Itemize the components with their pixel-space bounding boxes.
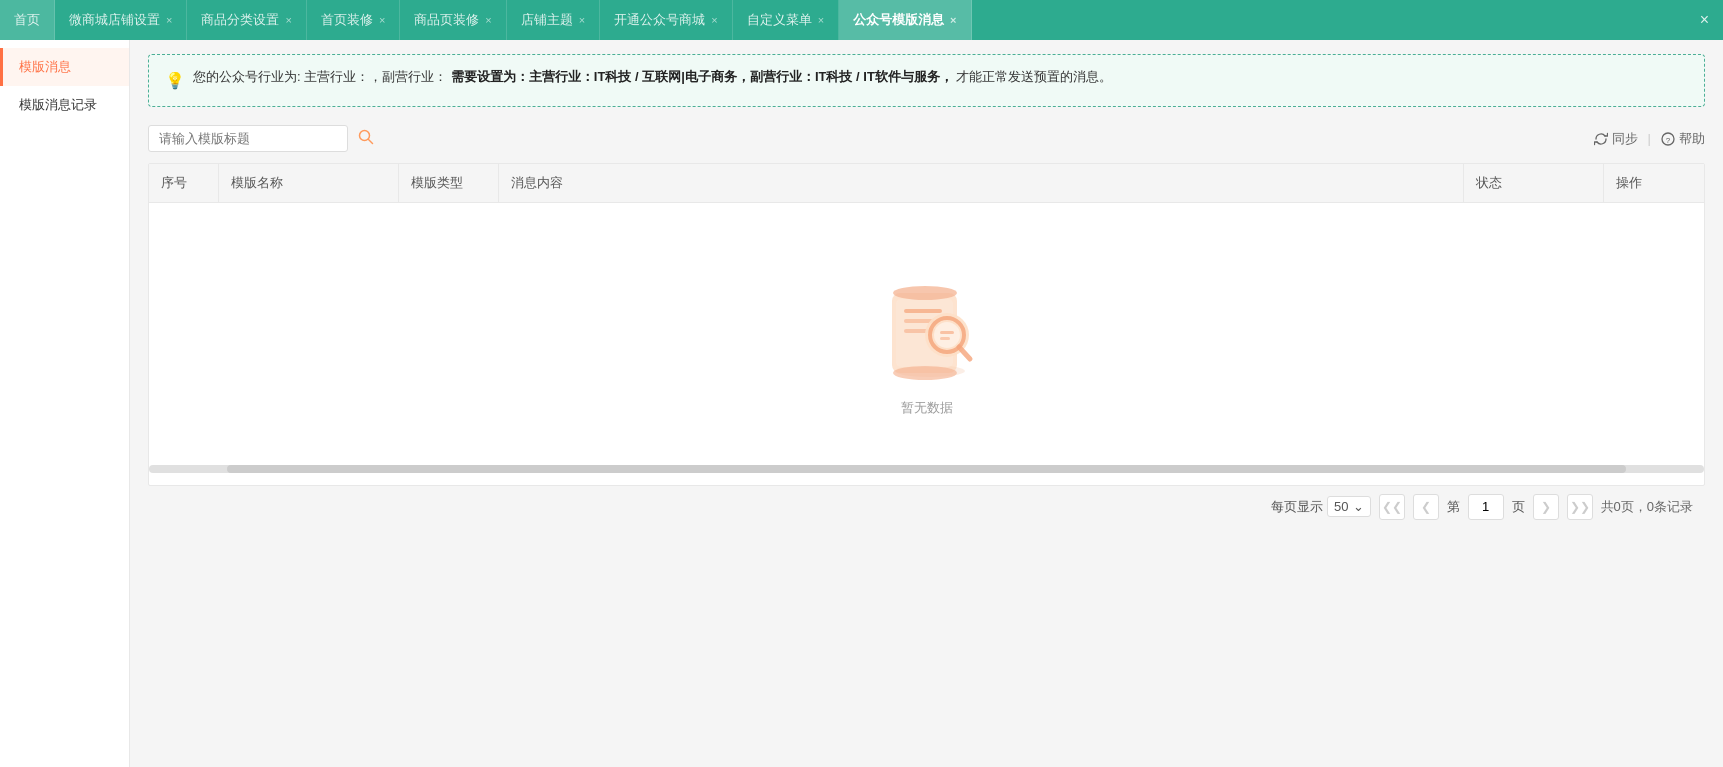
nav-tab-shop-theme[interactable]: 店铺主题 × xyxy=(507,0,600,40)
help-label: 帮助 xyxy=(1679,130,1705,148)
nav-tab-template-msg-label: 公众号模版消息 xyxy=(853,11,944,29)
last-page-button[interactable]: ❯❯ xyxy=(1567,494,1593,520)
close-category-settings-icon[interactable]: × xyxy=(285,14,291,26)
page-size-value: 50 xyxy=(1334,499,1348,514)
svg-rect-17 xyxy=(940,337,950,340)
next-page-button[interactable]: ❯ xyxy=(1533,494,1559,520)
search-icon xyxy=(358,129,374,145)
empty-illustration xyxy=(862,263,992,383)
main-layout: 模版消息 模版消息记录 💡 您的公众号行业为: 主营行业：，副营行业： 需要设置… xyxy=(0,40,1723,767)
table-header: 序号 模版名称 模版类型 消息内容 状态 操作 xyxy=(149,164,1704,203)
svg-line-1 xyxy=(369,139,373,143)
close-shop-settings-icon[interactable]: × xyxy=(166,14,172,26)
svg-text:?: ? xyxy=(1666,136,1671,145)
page-size-select: 每页显示 50 ⌄ xyxy=(1271,496,1370,517)
page-label: 第 xyxy=(1447,498,1460,516)
close-open-mall-icon[interactable]: × xyxy=(711,14,717,26)
scrollbar-thumb[interactable] xyxy=(227,465,1627,473)
main-content: 💡 您的公众号行业为: 主营行业：，副营行业： 需要设置为：主营行业：IT科技 … xyxy=(130,40,1723,767)
sidebar-item-template-record-label: 模版消息记录 xyxy=(19,97,97,112)
sidebar-item-template-msg[interactable]: 模版消息 xyxy=(0,48,129,86)
page-size-label: 每页显示 xyxy=(1271,498,1323,516)
col-index: 序号 xyxy=(149,164,219,202)
col-name: 模版名称 xyxy=(219,164,399,202)
help-icon: ? xyxy=(1661,132,1675,146)
page-input[interactable] xyxy=(1468,494,1504,520)
top-nav: 首页 微商城店铺设置 × 商品分类设置 × 首页装修 × 商品页装修 × 店铺主… xyxy=(0,0,1723,40)
nav-tab-category-settings[interactable]: 商品分类设置 × xyxy=(187,0,306,40)
search-left xyxy=(148,125,378,153)
sidebar-item-template-msg-label: 模版消息 xyxy=(19,59,71,74)
sidebar-item-template-record[interactable]: 模版消息记录 xyxy=(0,86,129,124)
sync-label: 同步 xyxy=(1612,130,1638,148)
divider: | xyxy=(1648,131,1651,146)
nav-tab-home-decor[interactable]: 首页装修 × xyxy=(307,0,400,40)
nav-tab-shop-settings[interactable]: 微商城店铺设置 × xyxy=(55,0,187,40)
empty-state: 暂无数据 xyxy=(149,203,1704,457)
nav-tab-open-mall-label: 开通公众号商城 xyxy=(614,11,705,29)
close-product-decor-icon[interactable]: × xyxy=(485,14,491,26)
nav-tab-category-settings-label: 商品分类设置 xyxy=(201,11,279,29)
nav-tab-shop-settings-label: 微商城店铺设置 xyxy=(69,11,160,29)
nav-tab-product-decor[interactable]: 商品页装修 × xyxy=(400,0,506,40)
nav-tab-home-decor-label: 首页装修 xyxy=(321,11,373,29)
empty-svg xyxy=(862,263,992,383)
nav-tab-custom-menu-label: 自定义菜单 xyxy=(747,11,812,29)
close-home-decor-icon[interactable]: × xyxy=(379,14,385,26)
notice-suffix: 才能正常发送预置的消息。 xyxy=(956,69,1112,84)
col-content: 消息内容 xyxy=(499,164,1464,202)
scrollbar-area[interactable] xyxy=(149,465,1704,473)
svg-line-15 xyxy=(959,347,970,359)
first-page-button[interactable]: ❮❮ xyxy=(1379,494,1405,520)
search-bar: 同步 | ? 帮助 xyxy=(148,125,1705,153)
nav-tab-template-msg[interactable]: 公众号模版消息 × xyxy=(839,0,971,40)
total-info: 共0页，0条记录 xyxy=(1601,498,1693,516)
page-unit: 页 xyxy=(1512,498,1525,516)
search-input[interactable] xyxy=(148,125,348,152)
sidebar: 模版消息 模版消息记录 xyxy=(0,40,130,767)
nav-tab-product-decor-label: 商品页装修 xyxy=(414,11,479,29)
search-right: 同步 | ? 帮助 xyxy=(1594,130,1705,148)
empty-text: 暂无数据 xyxy=(901,399,953,417)
nav-tab-shop-theme-label: 店铺主题 xyxy=(521,11,573,29)
data-table: 序号 模版名称 模版类型 消息内容 状态 操作 xyxy=(148,163,1705,486)
close-template-msg-icon[interactable]: × xyxy=(950,14,956,26)
notice-prefix: 您的公众号行业为: 主营行业：，副营行业： xyxy=(193,69,447,84)
pagination: 每页显示 50 ⌄ ❮❮ ❮ 第 页 ❯ ❯❯ 共0页，0条记录 xyxy=(148,486,1705,528)
close-custom-menu-icon[interactable]: × xyxy=(818,14,824,26)
notice-icon: 💡 xyxy=(165,68,185,94)
page-size-dropdown[interactable]: 50 ⌄ xyxy=(1327,496,1370,517)
notice-highlight: 需要设置为：主营行业：IT科技 / 互联网|电子商务，副营行业：IT科技 / I… xyxy=(451,69,953,84)
close-all-button[interactable]: × xyxy=(1686,11,1723,29)
svg-rect-9 xyxy=(904,309,942,313)
svg-point-8 xyxy=(893,366,957,380)
prev-page-button[interactable]: ❮ xyxy=(1413,494,1439,520)
svg-point-7 xyxy=(893,286,957,300)
nav-tab-home-label: 首页 xyxy=(14,11,40,29)
sync-button[interactable]: 同步 xyxy=(1594,130,1638,148)
chevron-down-icon: ⌄ xyxy=(1353,499,1364,514)
notice-box: 💡 您的公众号行业为: 主营行业：，副营行业： 需要设置为：主营行业：IT科技 … xyxy=(148,54,1705,107)
col-status: 状态 xyxy=(1464,164,1604,202)
close-shop-theme-icon[interactable]: × xyxy=(579,14,585,26)
notice-text: 您的公众号行业为: 主营行业：，副营行业： 需要设置为：主营行业：IT科技 / … xyxy=(193,67,1112,88)
nav-tab-open-mall[interactable]: 开通公众号商城 × xyxy=(600,0,732,40)
nav-tab-home[interactable]: 首页 xyxy=(0,0,55,40)
svg-rect-16 xyxy=(940,331,954,334)
svg-point-14 xyxy=(934,322,960,348)
col-action: 操作 xyxy=(1604,164,1704,202)
help-button[interactable]: ? 帮助 xyxy=(1661,130,1705,148)
nav-tab-custom-menu[interactable]: 自定义菜单 × xyxy=(733,0,839,40)
col-type: 模版类型 xyxy=(399,164,499,202)
sync-icon xyxy=(1594,132,1608,146)
search-button[interactable] xyxy=(354,125,378,153)
